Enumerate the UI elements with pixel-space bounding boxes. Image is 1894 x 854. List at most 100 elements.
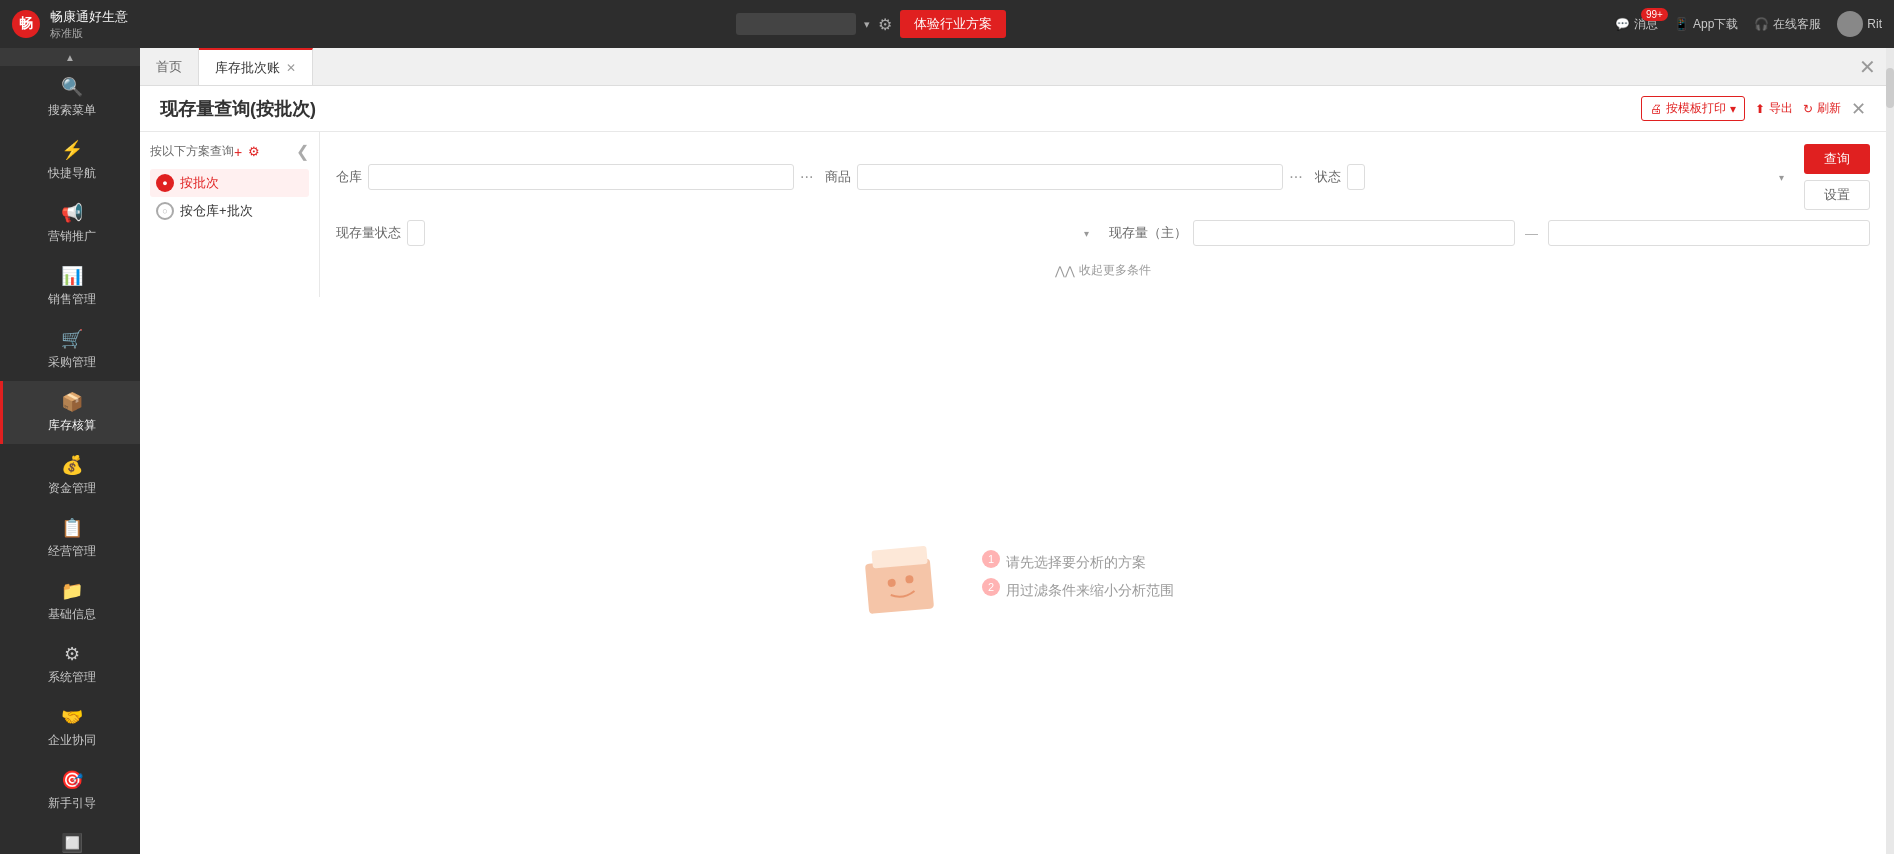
stock-qty-max-input[interactable]: [1548, 220, 1870, 246]
collab-icon: 🤝: [61, 706, 83, 728]
plan-selector-header: 按以下方案查询 + ⚙ ❮: [150, 142, 309, 161]
product-input[interactable]: [857, 164, 1283, 190]
filter-area: 仓库 ··· 商品 ··· 状态: [320, 132, 1886, 297]
sidebar-item-appcenter[interactable]: 🔲 应用中心: [0, 822, 140, 854]
sidebar-item-purchase[interactable]: 🛒 采购管理: [0, 318, 140, 381]
close-panel-button[interactable]: ✕: [1851, 98, 1866, 120]
plan-icon-gray: ○: [156, 202, 174, 220]
top-bar-left: 畅 畅康通好生意 标准版: [12, 8, 128, 41]
online-support-button[interactable]: 🎧 在线客服: [1754, 16, 1821, 33]
tab-close-icon[interactable]: ✕: [286, 61, 296, 75]
app-title: 畅康通好生意: [50, 8, 128, 26]
empty-state: 1 请先选择要分析的方案 2 用过滤条件来缩小分析范围: [140, 297, 1886, 854]
stock-status-select[interactable]: [407, 220, 425, 246]
status-select[interactable]: [1347, 164, 1365, 190]
app-subtitle: 标准版: [50, 26, 128, 41]
tab-inventory-batch-label: 库存批次账: [215, 59, 280, 77]
content-area: 首页 库存批次账 ✕ ✕ 现存量查询(按批次) 🖨 按模板打印 ▾ ⬆ 导出: [140, 48, 1886, 854]
user-name: Rit: [1867, 17, 1882, 31]
filter-group-stock-status: 现存量状态: [336, 220, 1097, 246]
main-layout: ▲ 🔍 搜索菜单 ⚡ 快捷导航 📢 营销推广 📊 销售管理 🛒 采购管理 📦 库…: [0, 48, 1894, 854]
app-download-button[interactable]: 📱 App下载: [1674, 16, 1738, 33]
plan-selector-title: 按以下方案查询: [150, 143, 234, 160]
collapse-up-icon: ⋀⋀: [1055, 264, 1075, 278]
empty-step-1: 1 请先选择要分析的方案: [982, 548, 1174, 576]
plan-item-by-warehouse-batch[interactable]: ○ 按仓库+批次: [150, 197, 309, 225]
avatar-image: [1837, 11, 1863, 37]
guide-icon: 🎯: [61, 769, 83, 791]
search-input[interactable]: [736, 13, 856, 35]
sidebar-item-finance[interactable]: 💰 资金管理: [0, 444, 140, 507]
sidebar-item-system[interactable]: ⚙ 系统管理: [0, 633, 140, 696]
messages-button[interactable]: 💬 消息 99+: [1615, 16, 1658, 33]
plan-collapse-icon[interactable]: ❮: [296, 142, 309, 161]
product-label: 商品: [825, 168, 851, 186]
range-dash: —: [1521, 226, 1542, 241]
appcenter-icon: 🔲: [61, 832, 83, 854]
stock-qty-label: 现存量（主）: [1109, 224, 1187, 242]
warehouse-label: 仓库: [336, 168, 362, 186]
sidebar-item-collab[interactable]: 🤝 企业协同: [0, 696, 140, 759]
sidebar-label-marketing: 营销推广: [48, 228, 96, 245]
message-icon: 💬: [1615, 17, 1630, 31]
sidebar-item-shortcut[interactable]: ⚡ 快捷导航: [0, 129, 140, 192]
headset-icon: 🎧: [1754, 17, 1769, 31]
plan-add-button[interactable]: +: [234, 144, 242, 160]
sidebar-label-finance: 资金管理: [48, 480, 96, 497]
sidebar-item-operations[interactable]: 📋 经营管理: [0, 507, 140, 570]
top-bar: 畅 畅康通好生意 标准版 ▾ ⚙ 体验行业方案 💬 消息 99+ 📱 App下载…: [0, 0, 1894, 48]
app-title-group: 畅康通好生意 标准版: [50, 8, 128, 41]
sidebar-label-sales: 销售管理: [48, 291, 96, 308]
sidebar-item-search[interactable]: 🔍 搜索菜单: [0, 66, 140, 129]
tab-inventory-batch[interactable]: 库存批次账 ✕: [199, 48, 313, 85]
empty-illustration-svg: [852, 526, 952, 626]
sidebar-scroll-up[interactable]: ▲: [0, 48, 140, 66]
empty-step-1-text: 请先选择要分析的方案: [1006, 548, 1146, 576]
sidebar: ▲ 🔍 搜索菜单 ⚡ 快捷导航 📢 营销推广 📊 销售管理 🛒 采购管理 📦 库…: [0, 48, 140, 854]
refresh-button[interactable]: ↻ 刷新: [1803, 100, 1841, 117]
inventory-icon: 📦: [61, 391, 83, 413]
phone-icon: 📱: [1674, 17, 1689, 31]
page-title: 现存量查询(按批次): [160, 97, 316, 121]
sidebar-item-inventory[interactable]: 📦 库存核算: [0, 381, 140, 444]
empty-step-2-text: 用过滤条件来缩小分析范围: [1006, 576, 1174, 604]
status-label: 状态: [1315, 168, 1341, 186]
sidebar-item-guide[interactable]: 🎯 新手引导: [0, 759, 140, 822]
app-logo: 畅: [12, 10, 40, 38]
sidebar-item-basics[interactable]: 📁 基础信息: [0, 570, 140, 633]
sidebar-label-operations: 经营管理: [48, 543, 96, 560]
product-more-icon[interactable]: ···: [1289, 168, 1302, 186]
top-bar-right: 💬 消息 99+ 📱 App下载 🎧 在线客服 Rit: [1615, 11, 1882, 37]
marketing-icon: 📢: [61, 202, 83, 224]
plan-item-by-batch[interactable]: ● 按批次: [150, 169, 309, 197]
step-2-number: 2: [982, 578, 1000, 596]
stock-qty-min-input[interactable]: [1193, 220, 1515, 246]
empty-illustration: [852, 526, 952, 626]
experience-button[interactable]: 体验行业方案: [900, 10, 1006, 38]
step-1-number: 1: [982, 550, 1000, 568]
operations-icon: 📋: [61, 517, 83, 539]
warehouse-more-icon[interactable]: ···: [800, 168, 813, 186]
sidebar-item-sales[interactable]: 📊 销售管理: [0, 255, 140, 318]
sidebar-item-marketing[interactable]: 📢 营销推广: [0, 192, 140, 255]
filter-panel: 按以下方案查询 + ⚙ ❮ ● 按批次 ○ 按仓库+批次: [140, 132, 1886, 297]
scrollbar[interactable]: [1886, 48, 1894, 854]
close-all-tabs-button[interactable]: ✕: [1849, 48, 1886, 85]
messages-badge: 99+: [1641, 8, 1668, 21]
warehouse-input[interactable]: [368, 164, 794, 190]
settings-button[interactable]: 设置: [1804, 180, 1870, 210]
query-button[interactable]: 查询: [1804, 144, 1870, 174]
export-button[interactable]: ⬆ 导出: [1755, 100, 1793, 117]
collapse-more-button[interactable]: ⋀⋀ 收起更多条件: [336, 256, 1870, 285]
dropdown-icon[interactable]: ▾: [864, 18, 870, 31]
user-avatar[interactable]: Rit: [1837, 11, 1882, 37]
sidebar-label-search: 搜索菜单: [48, 102, 96, 119]
tab-home[interactable]: 首页: [140, 48, 199, 85]
system-icon: ⚙: [64, 643, 80, 665]
plan-item-label: 按批次: [180, 174, 219, 192]
plan-settings-button[interactable]: ⚙: [248, 144, 260, 160]
print-button[interactable]: 🖨 按模板打印 ▾: [1641, 96, 1745, 121]
basics-icon: 📁: [61, 580, 83, 602]
settings-icon[interactable]: ⚙: [878, 15, 892, 34]
tab-home-label: 首页: [156, 58, 182, 76]
